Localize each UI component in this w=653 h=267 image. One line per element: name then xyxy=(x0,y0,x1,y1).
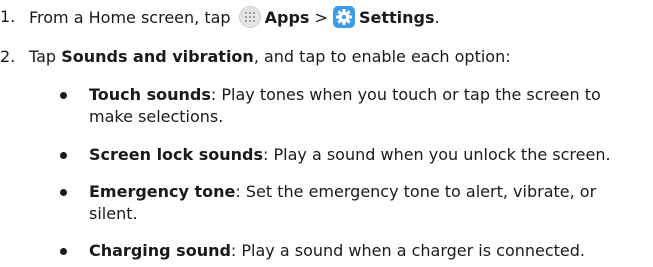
settings-gear-icon xyxy=(332,6,355,28)
option-text: Charging sound: Play a sound when a char… xyxy=(89,240,640,262)
step-prefix: Tap xyxy=(29,47,57,66)
step-suffix: . xyxy=(434,8,440,27)
bullet-dot xyxy=(60,152,67,159)
bullet-dot xyxy=(60,248,67,255)
option-description: : Play a sound when you unlock the scree… xyxy=(263,145,611,164)
path-separator: > xyxy=(314,8,328,27)
step-text: Tap Sounds and vibration, and tap to ena… xyxy=(29,46,511,68)
bullet-dot xyxy=(60,92,67,99)
list-item-emergency-tone: Emergency tone: Set the emergency tone t… xyxy=(60,181,640,225)
bullet-dot xyxy=(60,189,67,196)
option-title: Emergency tone xyxy=(89,182,236,201)
option-title: Touch sounds xyxy=(89,85,211,104)
list-item-screen-lock-sounds: Screen lock sounds: Play a sound when yo… xyxy=(60,144,640,166)
option-title: Screen lock sounds xyxy=(89,145,264,164)
step-suffix: , and tap to enable each option: xyxy=(253,47,511,66)
option-text: Touch sounds: Play tones when you touch … xyxy=(89,84,640,128)
option-title: Charging sound xyxy=(89,241,231,260)
list-item-touch-sounds: Touch sounds: Play tones when you touch … xyxy=(60,84,640,128)
apps-label: Apps xyxy=(264,8,310,27)
step-number: 1. xyxy=(0,7,16,26)
apps-grid-icon xyxy=(238,6,261,28)
option-description: : Play a sound when a charger is connect… xyxy=(230,241,586,260)
step-prefix: From a Home screen, tap xyxy=(29,8,231,27)
sounds-and-vibration-label: Sounds and vibration xyxy=(61,47,254,66)
list-item-charging-sound: Charging sound: Play a sound when a char… xyxy=(60,240,640,262)
option-text: Emergency tone: Set the emergency tone t… xyxy=(89,181,640,225)
settings-label: Settings xyxy=(358,8,435,27)
step-number: 2. xyxy=(0,47,16,66)
instructions-page: 1. From a Home screen, tap Apps > Settin… xyxy=(0,0,653,267)
step-text: From a Home screen, tap Apps > Settings. xyxy=(29,6,440,29)
option-text: Screen lock sounds: Play a sound when yo… xyxy=(89,144,640,166)
